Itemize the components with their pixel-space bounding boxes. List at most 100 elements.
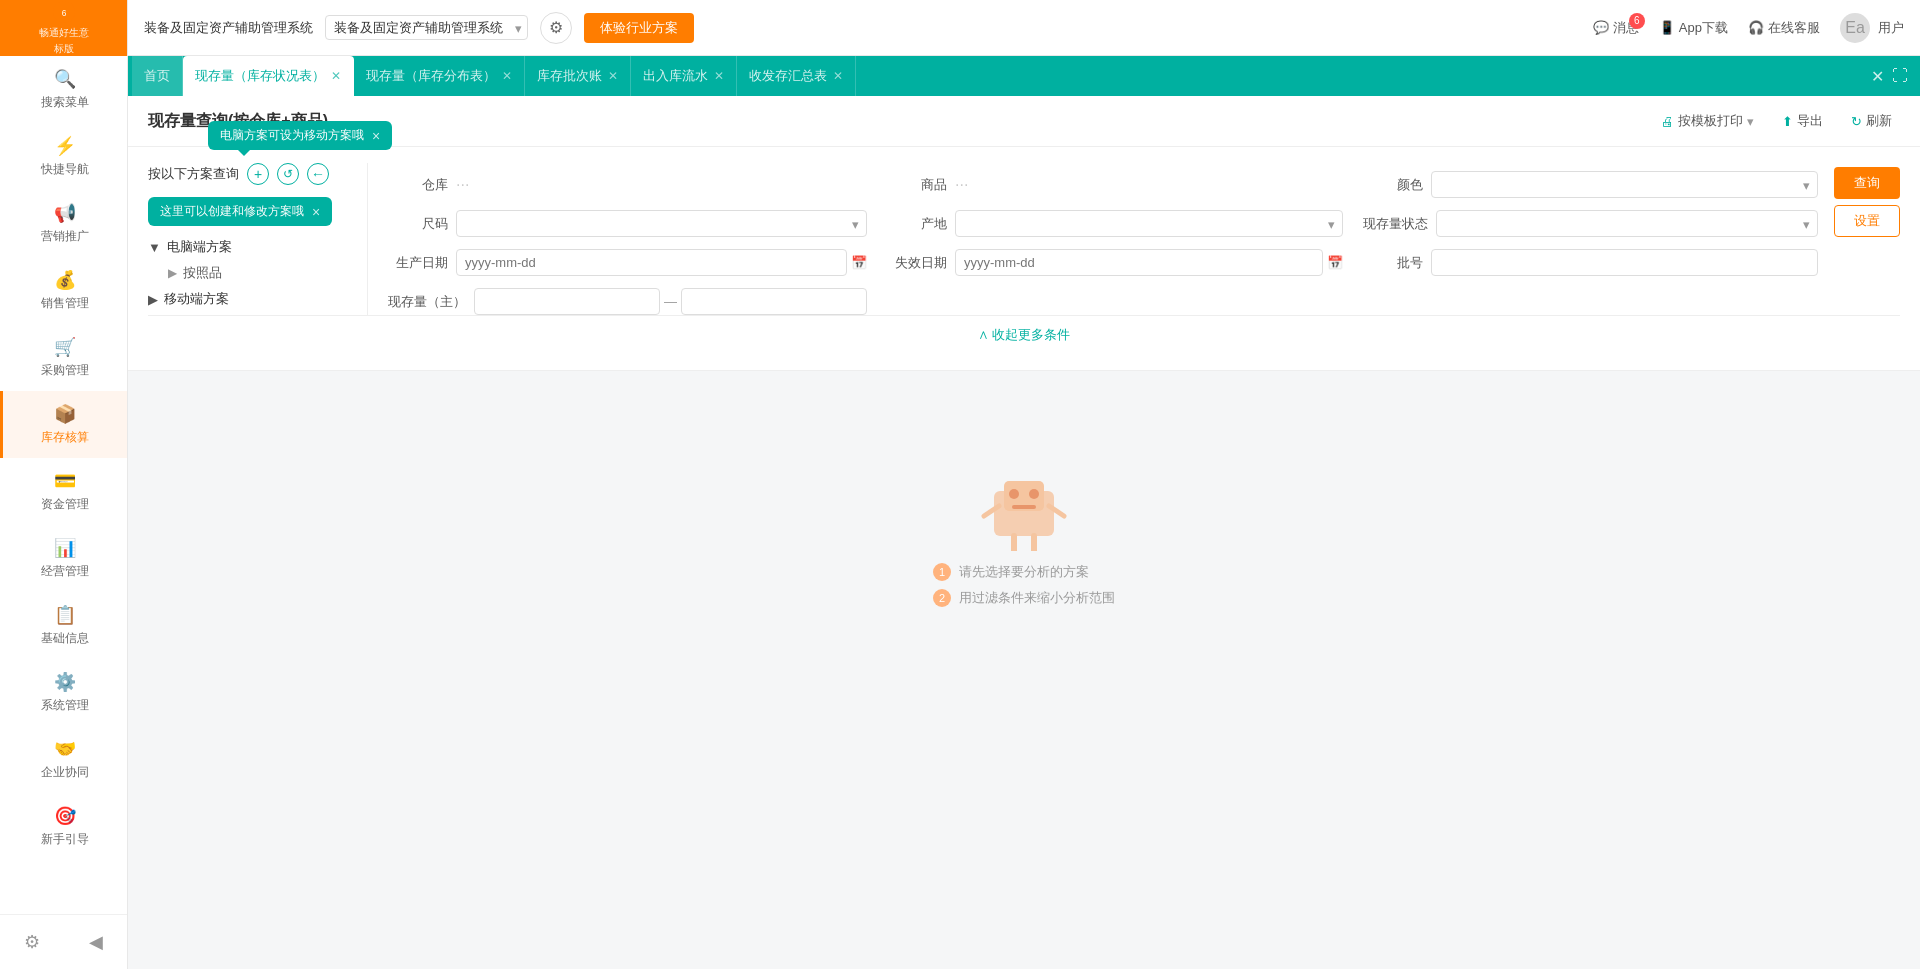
tooltip2-close[interactable]: × — [312, 204, 320, 220]
tab-close-all-button[interactable]: ✕ — [1871, 67, 1884, 86]
print-button[interactable]: 🖨 按模板打印 ▾ — [1653, 108, 1762, 134]
svg-point-5 — [1029, 489, 1039, 499]
tab-maximize-button[interactable]: ⛶ — [1892, 67, 1908, 85]
scheme-item-label: 按照品 — [183, 264, 222, 282]
page-header: 现存量查询(按仓库+商品) 🖨 按模板打印 ▾ ⬆ 导出 ↻ 刷新 — [128, 96, 1920, 147]
sidebar-item-search[interactable]: 🔍 搜索菜单 — [0, 56, 127, 123]
refresh-button[interactable]: ↻ 刷新 — [1843, 108, 1900, 134]
expiry-date-range: 📅 — [955, 249, 1343, 276]
refresh-icon: ↻ — [1851, 114, 1862, 129]
tooltip-desktop-scheme: 电脑方案可设为移动方案哦 × — [208, 121, 392, 150]
gear-button[interactable]: ⚙ — [540, 12, 572, 44]
print-icon: 🖨 — [1661, 114, 1674, 129]
app-logo: 6 畅通好生意 标版 — [0, 0, 127, 56]
settings-button[interactable]: ⚙ — [16, 927, 48, 957]
tab-batch[interactable]: 库存批次账 ✕ — [525, 56, 631, 96]
stock-status-select-wrap — [1436, 210, 1819, 237]
production-date-start[interactable] — [456, 249, 847, 276]
tab-inout[interactable]: 出入库流水 ✕ — [631, 56, 737, 96]
sidebar-item-operations[interactable]: 📊 经营管理 — [0, 525, 127, 592]
calendar-icon-expiry[interactable]: 📅 — [1327, 255, 1343, 270]
goods-dots[interactable]: ··· — [955, 176, 968, 194]
export-button[interactable]: ⬆ 导出 — [1774, 108, 1831, 134]
filter-action-buttons: 查询 设置 — [1818, 163, 1900, 315]
warehouse-label: 仓库 — [388, 176, 448, 194]
tab-stock-dist-label: 现存量（库存分布表） — [366, 67, 496, 85]
tip-num-2: 2 — [933, 589, 951, 607]
sidebar-item-label: 基础信息 — [41, 630, 89, 647]
tab-inout-close[interactable]: ✕ — [714, 69, 724, 83]
reset-button[interactable]: 设置 — [1834, 205, 1900, 237]
collapse-icon: ∧ — [978, 327, 993, 342]
sidebar-item-label: 销售管理 — [41, 295, 89, 312]
sidebar-item-label: 采购管理 — [41, 362, 89, 379]
scheme-item-by-product[interactable]: ▶ 按照品 — [168, 260, 351, 286]
print-dropdown-icon: ▾ — [1747, 114, 1754, 129]
export-label: 导出 — [1797, 112, 1823, 130]
range-separator: — — [664, 294, 677, 309]
warehouse-dots[interactable]: ··· — [456, 176, 469, 194]
tab-stock-status[interactable]: 现存量（库存状况表） ✕ — [183, 56, 354, 96]
stock-status-select[interactable] — [1436, 210, 1819, 237]
sidebar-item-marketing[interactable]: 📢 营销推广 — [0, 190, 127, 257]
user-menu[interactable]: Ea 用户 — [1840, 13, 1904, 43]
tab-stock-dist[interactable]: 现存量（库存分布表） ✕ — [354, 56, 525, 96]
guide-icon: 🎯 — [54, 805, 76, 827]
collapse-bar[interactable]: ∧ 收起更多条件 — [148, 315, 1900, 354]
size-select[interactable] — [456, 210, 867, 237]
sidebar-item-finance[interactable]: 💳 资金管理 — [0, 458, 127, 525]
sidebar-item-label: 企业协同 — [41, 764, 89, 781]
tooltip2-area: 这里可以创建和修改方案哦 × — [148, 197, 351, 226]
collapse-sidebar-button[interactable]: ◀ — [81, 927, 111, 957]
message-icon: 💬 — [1593, 20, 1609, 35]
sidebar-item-label: 库存核算 — [41, 429, 89, 446]
trial-button[interactable]: 体验行业方案 — [584, 13, 694, 43]
collab-icon: 🤝 — [54, 738, 76, 760]
online-service-button[interactable]: 🎧 在线客服 — [1748, 19, 1820, 37]
tab-summary-close[interactable]: ✕ — [833, 69, 843, 83]
filter-label: 按以下方案查询 — [148, 165, 239, 183]
sidebar-item-guide[interactable]: 🎯 新手引导 — [0, 793, 127, 860]
tip-text-1: 请先选择要分析的方案 — [959, 563, 1089, 581]
basic-icon: 📋 — [54, 604, 76, 626]
tab-stock-status-close[interactable]: ✕ — [331, 69, 341, 83]
calendar-icon-prod-start[interactable]: 📅 — [851, 255, 867, 270]
goods-label: 商品 — [887, 176, 947, 194]
tab-batch-close[interactable]: ✕ — [608, 69, 618, 83]
service-icon: 🎧 — [1748, 20, 1764, 35]
system-select[interactable]: 装备及固定资产辅助管理系统 — [325, 15, 528, 40]
desktop-scheme-group[interactable]: ▼ 电脑端方案 — [148, 234, 351, 260]
mobile-scheme-label: 移动端方案 — [164, 290, 229, 308]
sidebar-item-sales[interactable]: 💰 销售管理 — [0, 257, 127, 324]
tab-home[interactable]: 首页 — [132, 56, 183, 96]
sidebar-item-collab[interactable]: 🤝 企业协同 — [0, 726, 127, 793]
origin-select[interactable] — [955, 210, 1343, 237]
tooltip1-close[interactable]: × — [372, 128, 380, 144]
back-button[interactable]: ← — [307, 163, 329, 185]
batch-no-input[interactable] — [1431, 249, 1819, 276]
desktop-scheme-arrow: ▼ — [148, 240, 161, 255]
sidebar-item-quicknav[interactable]: ⚡ 快捷导航 — [0, 123, 127, 190]
page-actions: 🖨 按模板打印 ▾ ⬆ 导出 ↻ 刷新 — [1653, 108, 1900, 134]
desktop-scheme-items: ▶ 按照品 — [168, 260, 351, 286]
sidebar-item-inventory[interactable]: 📦 库存核算 — [0, 391, 127, 458]
expiry-date-start[interactable] — [955, 249, 1323, 276]
app-download-button[interactable]: 📱 App下载 — [1659, 19, 1728, 37]
add-scheme-button[interactable]: + — [247, 163, 269, 185]
sidebar-item-system[interactable]: ⚙️ 系统管理 — [0, 659, 127, 726]
stock-main-min[interactable] — [474, 288, 660, 315]
content-area: 现存量查询(按仓库+商品) 🖨 按模板打印 ▾ ⬆ 导出 ↻ 刷新 — [128, 96, 1920, 969]
top-header: 装备及固定资产辅助管理系统 装备及固定资产辅助管理系统 ⚙ 体验行业方案 💬 消… — [128, 0, 1920, 56]
color-select[interactable] — [1431, 171, 1819, 198]
sidebar-item-purchase[interactable]: 🛒 采购管理 — [0, 324, 127, 391]
tab-stock-dist-close[interactable]: ✕ — [502, 69, 512, 83]
app-download-label: App下载 — [1679, 19, 1728, 37]
mobile-scheme-group[interactable]: ▶ 移动端方案 — [148, 286, 351, 312]
message-button[interactable]: 💬 消息 6 — [1593, 19, 1639, 37]
reset-scheme-button[interactable]: ↺ — [277, 163, 299, 185]
scheme-tree: ▼ 电脑端方案 ▶ 按照品 ▶ 移动端方案 — [148, 234, 351, 312]
search-button[interactable]: 查询 — [1834, 167, 1900, 199]
stock-main-max[interactable] — [681, 288, 867, 315]
sidebar-item-basic[interactable]: 📋 基础信息 — [0, 592, 127, 659]
tab-summary[interactable]: 收发存汇总表 ✕ — [737, 56, 856, 96]
